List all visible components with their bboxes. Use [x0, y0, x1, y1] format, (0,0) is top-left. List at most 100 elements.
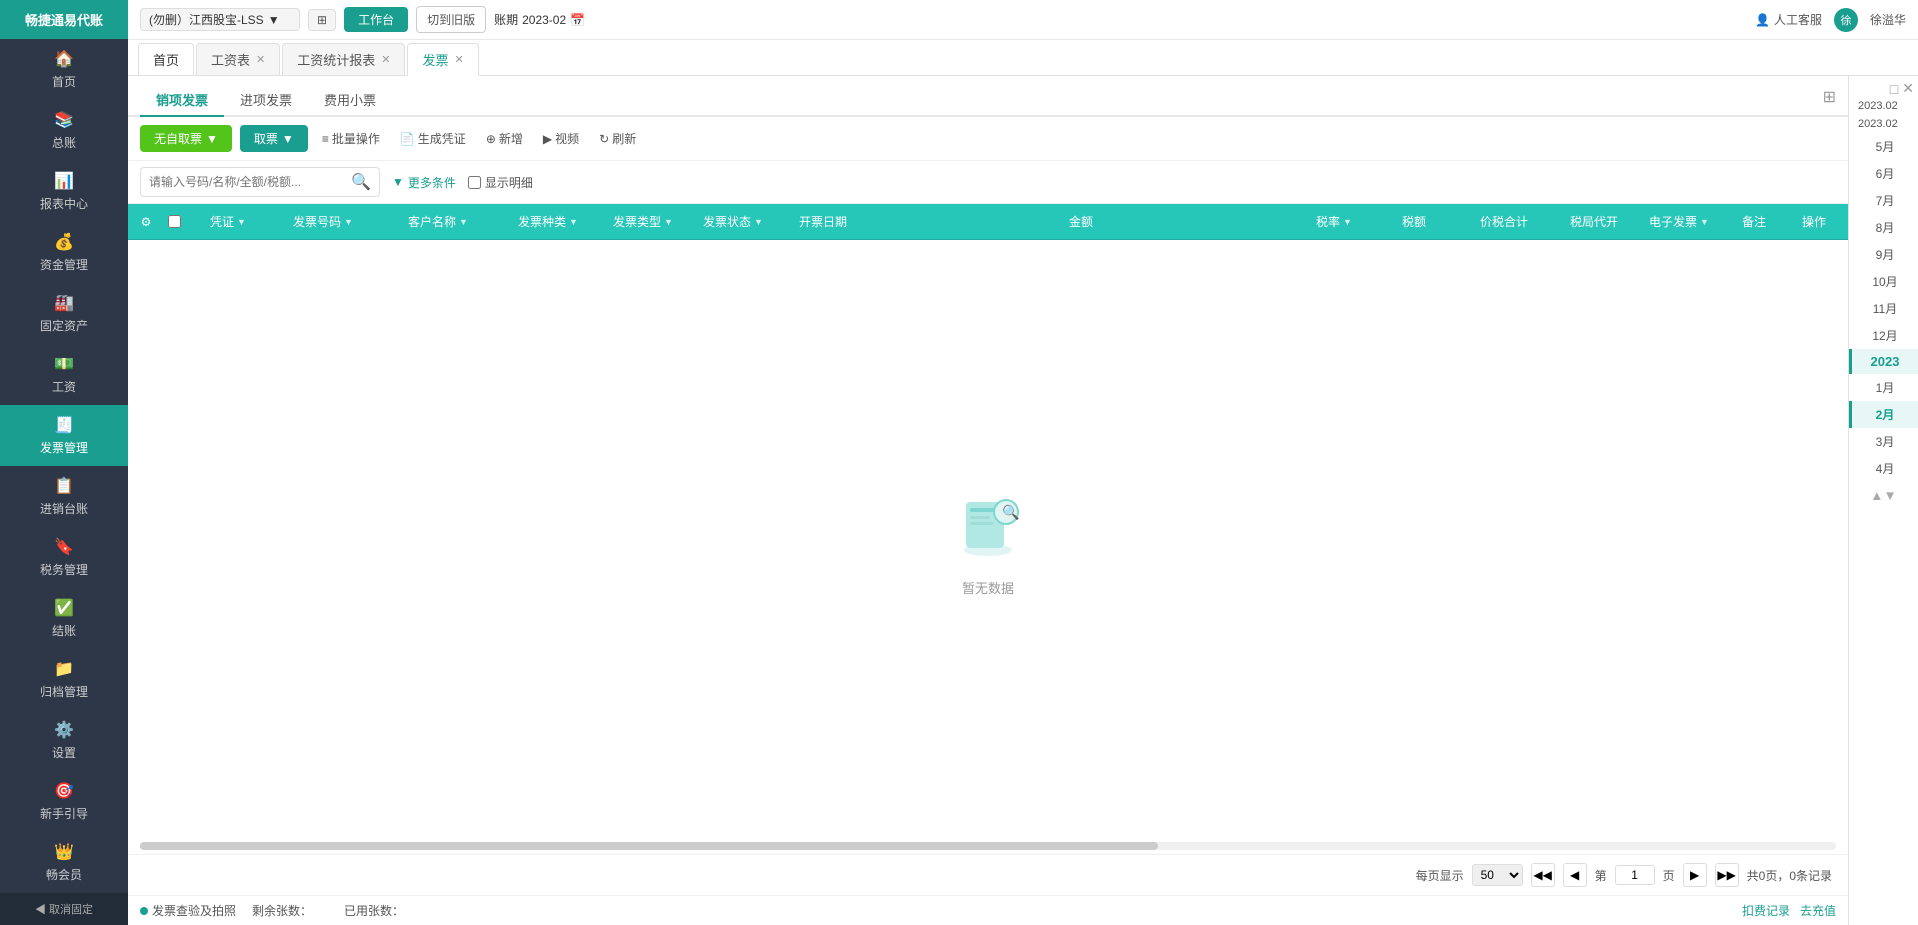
- tab-close-icon[interactable]: ✕: [256, 53, 265, 66]
- sidebar-item-home[interactable]: 🏠 首页: [0, 39, 128, 100]
- sub-tab-purchase-invoice[interactable]: 进项发票: [224, 84, 308, 117]
- date-item-9[interactable]: 9月: [1849, 241, 1918, 268]
- copy-btn[interactable]: ⊞: [308, 9, 336, 31]
- th-proof[interactable]: 凭证 ▼: [188, 213, 268, 230]
- search-input[interactable]: [149, 175, 345, 189]
- grid-icon[interactable]: ⊞: [1823, 87, 1836, 107]
- minimize-panel-btn[interactable]: □: [1890, 80, 1898, 97]
- sidebar-item-tax[interactable]: 🔖 税务管理: [0, 527, 128, 588]
- per-page-select[interactable]: 50 100: [1472, 864, 1523, 886]
- th-open-date[interactable]: 开票日期: [778, 213, 868, 230]
- th-check[interactable]: [160, 215, 188, 228]
- date-item-2023-02-b[interactable]: 2023.02: [1849, 115, 1918, 133]
- date-item-8[interactable]: 8月: [1849, 214, 1918, 241]
- date-item-2023-1[interactable]: 1月: [1849, 374, 1918, 401]
- sidebar-item-archive[interactable]: 📁 归档管理: [0, 649, 128, 710]
- sub-tab-expense-receipt[interactable]: 费用小票: [308, 84, 392, 117]
- page-label: 页: [1663, 867, 1675, 884]
- date-item-2023-02-top[interactable]: 2023.02: [1849, 97, 1918, 115]
- th-invoice-no[interactable]: 发票号码 ▼: [268, 213, 378, 230]
- last-page-btn[interactable]: ▶▶: [1715, 863, 1739, 887]
- date-item-2023-3[interactable]: 3月: [1849, 428, 1918, 455]
- prev-page-btn[interactable]: ◀: [1563, 863, 1587, 887]
- first-page-btn[interactable]: ◀◀: [1531, 863, 1555, 887]
- recharge-link[interactable]: 去充值: [1800, 902, 1836, 919]
- workbench-button[interactable]: 工作台: [344, 7, 408, 32]
- tab-label: 工资统计报表: [297, 50, 375, 69]
- take-ticket-button[interactable]: 取票 ▼: [240, 125, 308, 152]
- scroll-down-btn[interactable]: ▼: [1884, 488, 1897, 503]
- gen-proof-button[interactable]: 📄 生成凭证: [394, 126, 472, 151]
- tab-payroll[interactable]: 工资表 ✕: [196, 43, 280, 75]
- th-amount[interactable]: 金额: [868, 213, 1294, 230]
- calendar-icon[interactable]: 📅: [570, 13, 585, 27]
- th-tax-code[interactable]: 税局代开: [1554, 213, 1634, 230]
- sidebar-item-settle[interactable]: ✅ 结账: [0, 588, 128, 649]
- date-item-2023-2[interactable]: 2月: [1849, 401, 1918, 428]
- sidebar-item-reports[interactable]: 📊 报表中心: [0, 161, 128, 222]
- date-item-2023-4[interactable]: 4月: [1849, 455, 1918, 482]
- th-customer[interactable]: 客户名称 ▼: [378, 213, 498, 230]
- sidebar-item-ledger[interactable]: 📚 总账: [0, 100, 128, 161]
- sidebar-item-sales[interactable]: 📋 进销台账: [0, 466, 128, 527]
- no-tax-ticket-button[interactable]: 无自取票 ▼: [140, 125, 232, 152]
- close-panel-btn[interactable]: ✕: [1902, 80, 1914, 97]
- th-remark[interactable]: 备注: [1724, 213, 1784, 230]
- sidebar-item-assets[interactable]: 🏭 固定资产: [0, 283, 128, 344]
- show-detail-toggle[interactable]: 显示明细: [468, 174, 533, 191]
- sidebar-item-invoice[interactable]: 🧾 发票管理: [0, 405, 128, 466]
- video-button[interactable]: ▶ 视频: [537, 126, 585, 151]
- user-avatar[interactable]: 徐: [1834, 8, 1858, 32]
- date-item-6[interactable]: 6月: [1849, 160, 1918, 187]
- dropdown-icon: ▼: [268, 13, 280, 27]
- next-page-btn[interactable]: ▶: [1683, 863, 1707, 887]
- th-tax-total[interactable]: 价税合计: [1454, 213, 1554, 230]
- switch-version-button[interactable]: 切到旧版: [416, 6, 486, 33]
- search-icon[interactable]: 🔍: [351, 172, 371, 192]
- show-detail-checkbox[interactable]: [468, 176, 481, 189]
- tab-label: 发票: [422, 50, 448, 69]
- date-item-5[interactable]: 5月: [1849, 133, 1918, 160]
- th-inv-status[interactable]: 发票状态 ▼: [688, 213, 778, 230]
- select-all-checkbox[interactable]: [168, 215, 181, 228]
- sidebar-collapse-btn[interactable]: ◀ 取消固定: [0, 893, 128, 925]
- archive-icon: 📁: [54, 659, 74, 679]
- more-filter-btn[interactable]: ▼ 更多条件: [392, 174, 456, 191]
- date-item-12[interactable]: 12月: [1849, 322, 1918, 349]
- sidebar-item-payroll[interactable]: 💵 工资: [0, 344, 128, 405]
- th-tax-rate[interactable]: 税率 ▼: [1294, 213, 1374, 230]
- batch-ops-button[interactable]: ≡ 批量操作: [316, 126, 386, 151]
- sidebar-item-guide[interactable]: 🎯 新手引导: [0, 771, 128, 832]
- date-year-2023[interactable]: 2023: [1849, 349, 1918, 374]
- refresh-button[interactable]: ↻ 刷新: [593, 126, 642, 151]
- date-item-7[interactable]: 7月: [1849, 187, 1918, 214]
- company-selector[interactable]: (勿删）江西股宝-LSS ▼: [140, 8, 300, 31]
- th-settings[interactable]: ⚙: [132, 215, 160, 229]
- sidebar-item-vip[interactable]: 👑 畅会员: [0, 832, 128, 893]
- scrollbar-thumb[interactable]: [140, 842, 1158, 850]
- deduct-record-link[interactable]: 扣费记录: [1742, 902, 1790, 919]
- new-button[interactable]: ⊕ 新增: [480, 126, 529, 151]
- horizontal-scrollbar[interactable]: [140, 842, 1836, 850]
- th-electronic[interactable]: 电子发票 ▼: [1634, 213, 1724, 230]
- th-tax[interactable]: 税额: [1374, 213, 1454, 230]
- tab-home[interactable]: 首页: [138, 43, 194, 75]
- user-name[interactable]: 徐溢华: [1870, 11, 1906, 28]
- tab-close-icon[interactable]: ✕: [455, 53, 464, 66]
- tab-payroll-report[interactable]: 工资统计报表 ✕: [282, 43, 405, 75]
- tab-invoice[interactable]: 发票 ✕: [407, 43, 478, 76]
- date-item-11[interactable]: 11月: [1849, 295, 1918, 322]
- support-icon: 👤: [1755, 13, 1770, 27]
- scroll-up-btn[interactable]: ▲: [1870, 488, 1883, 503]
- sub-tab-sales-invoice[interactable]: 销项发票: [140, 84, 224, 117]
- th-inv-type[interactable]: 发票种类 ▼: [498, 213, 598, 230]
- sidebar-item-capital[interactable]: 💰 资金管理: [0, 222, 128, 283]
- empty-icon: 🔍: [948, 482, 1028, 562]
- th-inv-category[interactable]: 发票类型 ▼: [598, 213, 688, 230]
- date-item-10[interactable]: 10月: [1849, 268, 1918, 295]
- page-input[interactable]: 1: [1615, 865, 1655, 885]
- tab-close-icon[interactable]: ✕: [381, 53, 390, 66]
- support-btn[interactable]: 👤 人工客服: [1755, 11, 1822, 28]
- sidebar-item-settings[interactable]: ⚙️ 设置: [0, 710, 128, 771]
- th-action[interactable]: 操作: [1784, 213, 1844, 230]
